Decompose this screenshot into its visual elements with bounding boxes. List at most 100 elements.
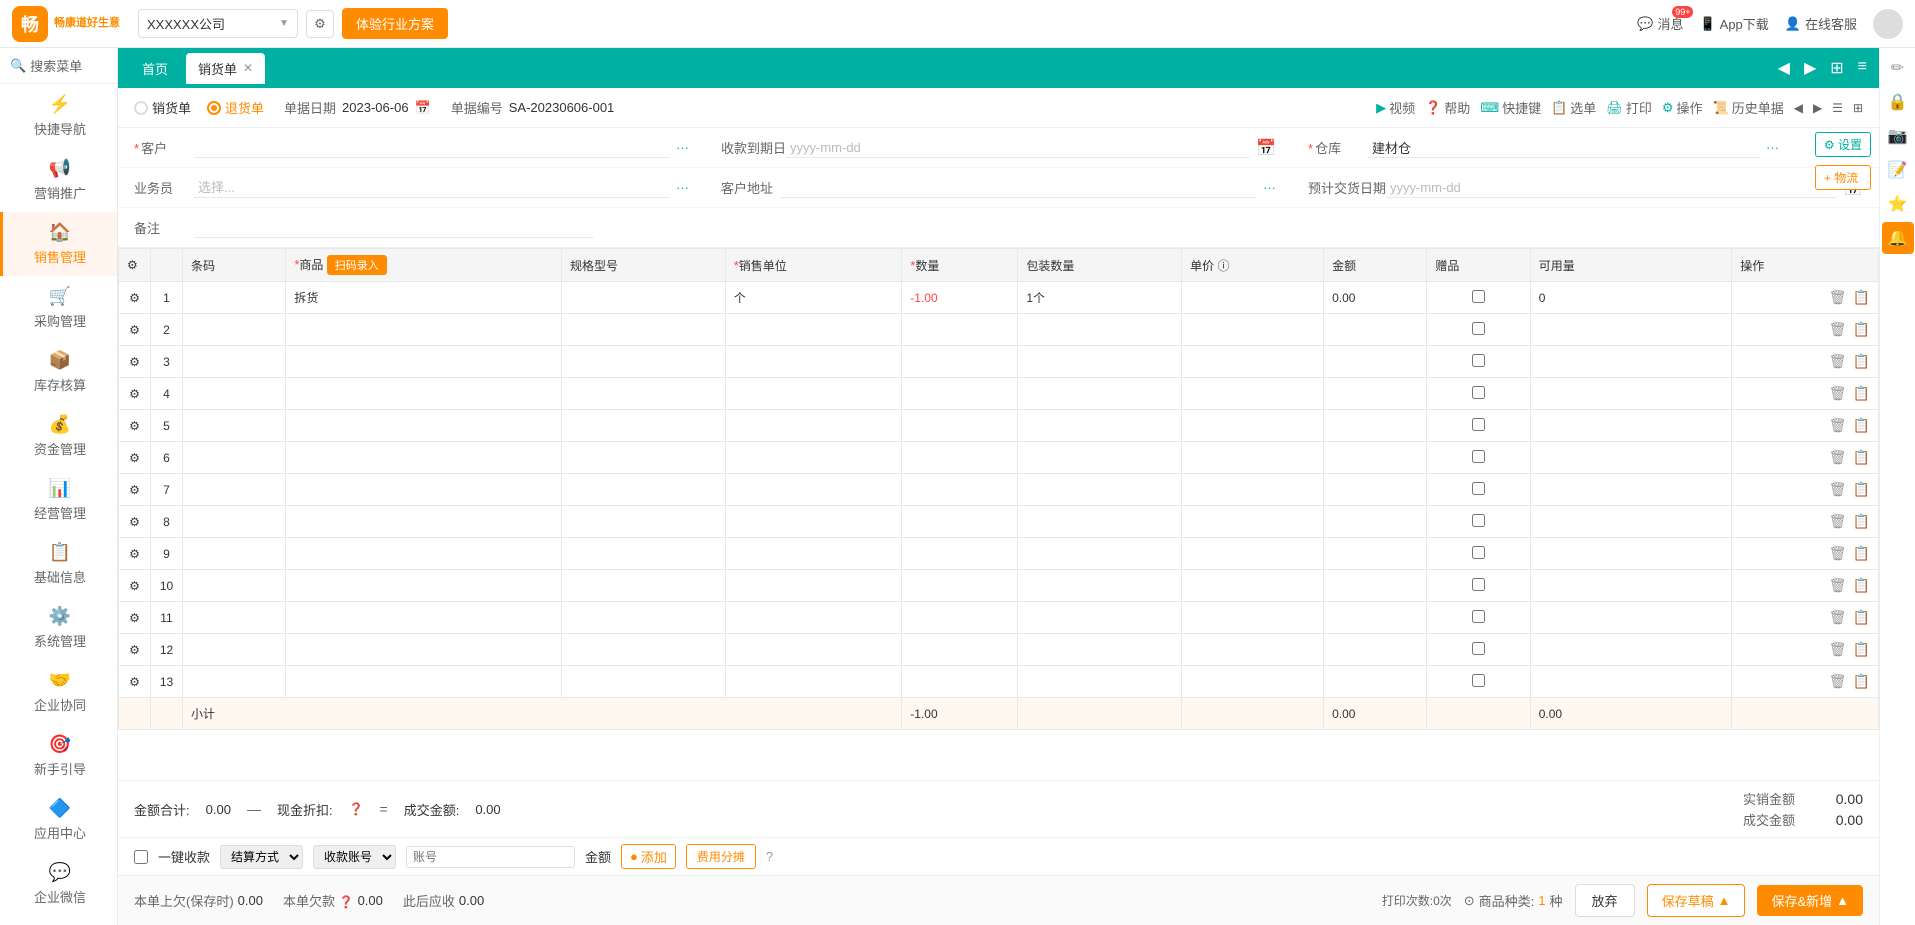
sidebar-item-enterprise[interactable]: 🤝 企业协同 <box>0 660 117 724</box>
row-amount-1[interactable] <box>1324 314 1427 346</box>
sidebar-item-finance[interactable]: 💰 资金管理 <box>0 404 117 468</box>
row-qty-10[interactable] <box>902 602 1018 634</box>
row-pkg-qty-0[interactable]: 1个 <box>1018 282 1182 314</box>
tab-grid-icon[interactable]: ⊞ <box>1826 56 1847 80</box>
row-barcode-11[interactable] <box>183 634 286 666</box>
row-barcode-4[interactable] <box>183 410 286 442</box>
row-delete-icon-2[interactable]: 🗑 <box>1829 353 1847 370</box>
row-product-3[interactable] <box>286 378 562 410</box>
account-select[interactable]: 收款账号 <box>313 845 396 869</box>
row-barcode-1[interactable] <box>183 314 286 346</box>
row-unit-10[interactable] <box>725 602 902 634</box>
sidebar-item-member[interactable]: ♦ 畅会员 <box>0 916 117 925</box>
row-barcode-6[interactable] <box>183 474 286 506</box>
row-delete-icon-1[interactable]: 🗑 <box>1829 321 1847 338</box>
row-delete-icon-11[interactable]: 🗑 <box>1829 641 1847 658</box>
experience-btn[interactable]: 体验行业方案 <box>342 8 448 39</box>
row-settings-9[interactable]: ⚙ <box>119 570 151 602</box>
tab-sales-order[interactable]: 销货单 ✕ <box>186 53 265 84</box>
row-pkg-qty-2[interactable] <box>1018 346 1182 378</box>
cash-discount-help-icon[interactable]: ❓ <box>349 802 364 816</box>
row-spec-5[interactable] <box>561 442 725 474</box>
row-settings-7[interactable]: ⚙ <box>119 506 151 538</box>
sale-order-radio[interactable]: 销货单 <box>134 98 191 117</box>
row-product-9[interactable] <box>286 570 562 602</box>
customer-addr-dots-icon[interactable]: ··· <box>1263 180 1276 195</box>
right-panel-photo-icon[interactable]: 📷 <box>1882 120 1914 152</box>
amount-input[interactable] <box>406 846 575 868</box>
notes-input[interactable] <box>194 218 594 238</box>
row-delete-icon-8[interactable]: 🗑 <box>1829 545 1847 562</box>
help-link[interactable]: ❓ 帮助 <box>1425 98 1470 117</box>
return-order-radio[interactable]: 退货单 <box>207 98 264 117</box>
row-qty-12[interactable] <box>902 666 1018 698</box>
row-product-10[interactable] <box>286 602 562 634</box>
row-pkg-qty-11[interactable] <box>1018 634 1182 666</box>
row-gift-1[interactable] <box>1427 314 1530 346</box>
row-qty-1[interactable] <box>902 314 1018 346</box>
row-price-3[interactable] <box>1182 378 1324 410</box>
row-spec-2[interactable] <box>561 346 725 378</box>
row-gift-9[interactable] <box>1427 570 1530 602</box>
row-qty-8[interactable] <box>902 538 1018 570</box>
row-settings-0[interactable]: ⚙ <box>119 282 151 314</box>
row-unit-5[interactable] <box>725 442 902 474</box>
salesperson-input[interactable] <box>194 178 670 198</box>
row-unit-11[interactable] <box>725 634 902 666</box>
row-product-4[interactable] <box>286 410 562 442</box>
row-product-8[interactable] <box>286 538 562 570</box>
row-unit-3[interactable] <box>725 378 902 410</box>
shortcut-link[interactable]: ⌨ 快捷键 <box>1480 98 1541 117</box>
row-price-1[interactable] <box>1182 314 1324 346</box>
row-delete-icon-3[interactable]: 🗑 <box>1829 385 1847 402</box>
date-calendar-icon[interactable]: 📅 <box>415 100 431 116</box>
row-unit-4[interactable] <box>725 410 902 442</box>
save-draft-button[interactable]: 保存草稿 ▲ <box>1647 884 1746 917</box>
row-amount-5[interactable] <box>1324 442 1427 474</box>
row-qty-11[interactable] <box>902 634 1018 666</box>
row-product-0[interactable]: 拆货 <box>286 282 562 314</box>
row-settings-12[interactable]: ⚙ <box>119 666 151 698</box>
row-delete-icon-6[interactable]: 🗑 <box>1829 481 1847 498</box>
row-gift-4[interactable] <box>1427 410 1530 442</box>
view-toggle-grid[interactable]: ⊞ <box>1853 101 1863 115</box>
row-product-7[interactable] <box>286 506 562 538</box>
row-gift-5[interactable] <box>1427 442 1530 474</box>
row-spec-1[interactable] <box>561 314 725 346</box>
user-avatar[interactable] <box>1873 9 1903 39</box>
row-unit-8[interactable] <box>725 538 902 570</box>
right-panel-note-icon[interactable]: 📝 <box>1882 154 1914 186</box>
row-unit-12[interactable] <box>725 666 902 698</box>
row-settings-1[interactable]: ⚙ <box>119 314 151 346</box>
row-copy-icon-10[interactable]: 📋 <box>1853 609 1870 626</box>
operate-link[interactable]: ⚙ 操作 <box>1662 98 1703 117</box>
row-spec-10[interactable] <box>561 602 725 634</box>
history-link[interactable]: 📜 历史单据 <box>1713 98 1784 117</box>
row-copy-icon-8[interactable]: 📋 <box>1853 545 1870 562</box>
due-date-calendar-icon[interactable]: 📅 <box>1256 138 1276 158</box>
customer-addr-input[interactable] <box>781 178 1257 198</box>
row-unit-1[interactable] <box>725 314 902 346</box>
row-product-6[interactable] <box>286 474 562 506</box>
row-delete-icon-0[interactable]: 🗑 <box>1829 289 1847 306</box>
row-delete-icon-7[interactable]: 🗑 <box>1829 513 1847 530</box>
select-link[interactable]: 📋 选单 <box>1551 98 1596 117</box>
row-pkg-qty-3[interactable] <box>1018 378 1182 410</box>
row-gift-2[interactable] <box>1427 346 1530 378</box>
row-delete-icon-10[interactable]: 🗑 <box>1829 609 1847 626</box>
print-link[interactable]: 🖨 打印 <box>1606 98 1652 117</box>
row-pkg-qty-12[interactable] <box>1018 666 1182 698</box>
row-price-0[interactable] <box>1182 282 1324 314</box>
row-product-1[interactable] <box>286 314 562 346</box>
row-price-7[interactable] <box>1182 506 1324 538</box>
row-pkg-qty-5[interactable] <box>1018 442 1182 474</box>
row-price-8[interactable] <box>1182 538 1324 570</box>
sidebar-item-system[interactable]: ⚙️ 系统管理 <box>0 596 117 660</box>
sidebar-item-operations[interactable]: 📊 经营管理 <box>0 468 117 532</box>
row-barcode-3[interactable] <box>183 378 286 410</box>
row-amount-3[interactable] <box>1324 378 1427 410</box>
settings-button[interactable]: ⚙ <box>306 10 334 38</box>
row-delete-icon-5[interactable]: 🗑 <box>1829 449 1847 466</box>
row-unit-7[interactable] <box>725 506 902 538</box>
warehouse-dots-icon[interactable]: ··· <box>1766 140 1779 155</box>
